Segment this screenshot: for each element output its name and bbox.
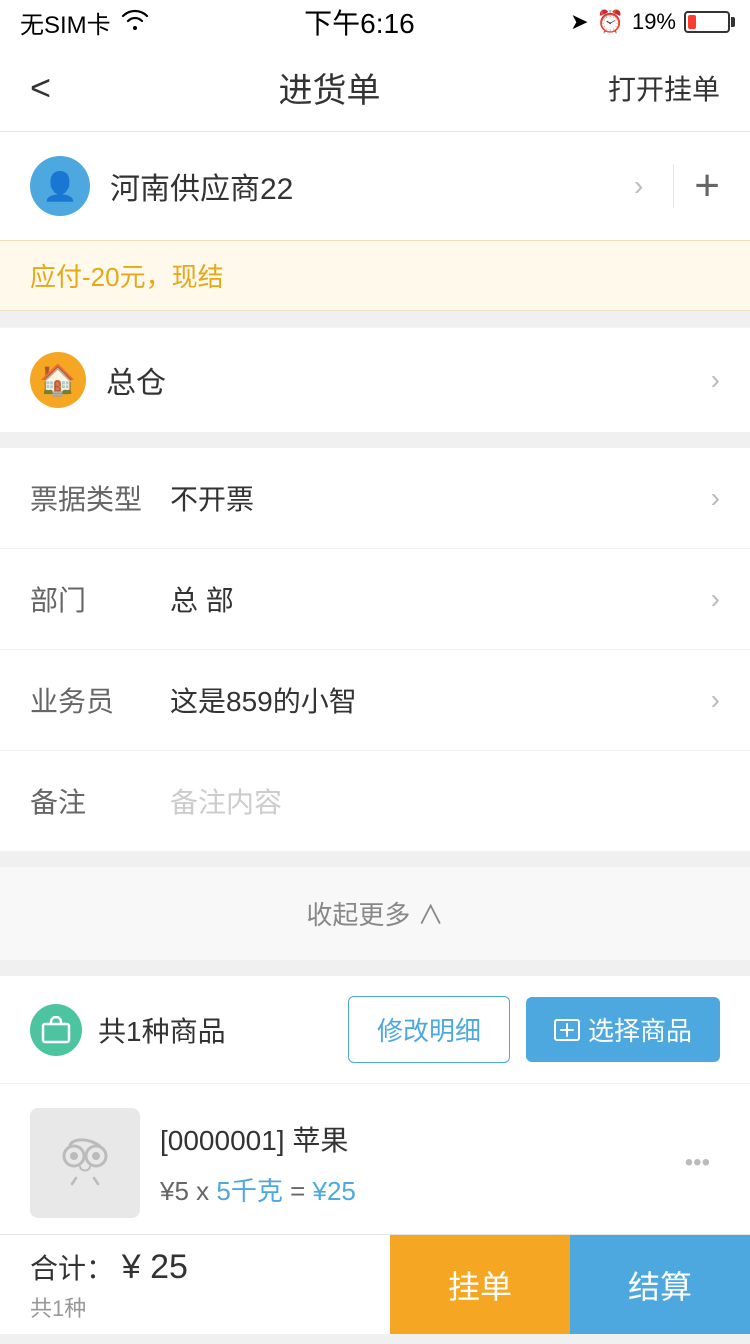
supplier-row[interactable]: 👤 河南供应商22 › + [0, 132, 750, 240]
product-code: [0000001] [160, 1125, 292, 1156]
status-right: ➤ ⏰ 19% [570, 9, 730, 35]
supplier-name: 河南供应商22 [110, 164, 634, 208]
product-total: ¥25 [313, 1176, 356, 1206]
content: 👤 河南供应商22 › + 应付-20元，现结 🏠 总仓 › 票据类型 不开票 … [0, 132, 750, 1344]
supplier-avatar-icon: 👤 [43, 170, 78, 203]
carrier-text: 无SIM卡 [20, 5, 111, 40]
location-icon: ➤ [570, 9, 588, 35]
warehouse-house-icon: 🏠 [39, 363, 76, 398]
status-time: 下午6:16 [304, 2, 415, 42]
bottom-bar: 合计： ¥ 25 共1种 挂单 结算 [0, 1234, 750, 1334]
total-row: 合计： ¥ 25 [30, 1247, 360, 1287]
back-button[interactable]: < [30, 67, 51, 109]
product-quantity: 5千克 [216, 1176, 282, 1206]
notice-text: 应付-20元，现结 [30, 262, 224, 292]
product-title: 苹果 [292, 1125, 348, 1156]
checkout-button[interactable]: 结算 [570, 1235, 750, 1334]
add-supplier-button[interactable]: + [673, 164, 720, 208]
alarm-icon: ⏰ [597, 9, 624, 35]
invoice-type-value: 不开票 [150, 478, 711, 518]
select-product-button[interactable]: 选择商品 [526, 997, 720, 1062]
battery-icon [684, 11, 730, 33]
supplier-chevron-icon: › [634, 170, 643, 202]
product-unit-price: ¥5 x [160, 1176, 216, 1206]
wifi-icon [121, 8, 149, 37]
remark-value: 备注内容 [150, 781, 720, 821]
product-item: [0000001] 苹果 ¥5 x 5千克 = ¥25 ••• [0, 1084, 750, 1242]
remark-label: 备注 [30, 781, 150, 821]
salesperson-label: 业务员 [30, 680, 150, 720]
total-amount: ¥ 25 [122, 1248, 188, 1286]
warehouse-row[interactable]: 🏠 总仓 › [0, 327, 750, 432]
product-price: ¥5 x 5千克 = ¥25 [160, 1171, 675, 1208]
product-equals: = [290, 1176, 312, 1206]
products-header: 共1种商品 修改明细 选择商品 [0, 976, 750, 1084]
supplier-avatar: 👤 [30, 156, 90, 216]
invoice-type-label: 票据类型 [30, 478, 150, 518]
total-label: 合计： [30, 1253, 114, 1284]
product-info: [0000001] 苹果 ¥5 x 5千克 = ¥25 [160, 1119, 675, 1208]
page-title: 进货单 [279, 63, 381, 112]
battery-percent: 19% [632, 9, 676, 35]
invoice-type-row[interactable]: 票据类型 不开票 › [0, 448, 750, 549]
product-more-button[interactable]: ••• [675, 1139, 720, 1187]
total-count: 共1种 [30, 1291, 360, 1323]
products-count: 共1种商品 [98, 1010, 348, 1050]
invoice-type-chevron-icon: › [711, 482, 720, 514]
product-thumbnail [30, 1108, 140, 1218]
nav-bar: < 进货单 打开挂单 [0, 44, 750, 132]
status-bar: 无SIM卡 下午6:16 ➤ ⏰ 19% [0, 0, 750, 44]
product-placeholder-icon [50, 1128, 120, 1198]
total-area: 合计： ¥ 25 共1种 [0, 1235, 390, 1334]
warehouse-chevron-icon: › [711, 364, 720, 396]
warehouse-section: 🏠 总仓 › [0, 327, 750, 432]
remark-row[interactable]: 备注 备注内容 [0, 751, 750, 851]
department-value: 总 部 [150, 579, 711, 619]
salesperson-chevron-icon: › [711, 684, 720, 716]
edit-detail-button[interactable]: 修改明细 [348, 996, 510, 1063]
status-left: 无SIM卡 [20, 5, 149, 40]
form-section: 票据类型 不开票 › 部门 总 部 › 业务员 这是859的小智 › 备注 备注… [0, 448, 750, 851]
suspend-button[interactable]: 挂单 [390, 1235, 570, 1334]
notice-bar: 应付-20元，现结 [0, 240, 750, 311]
department-label: 部门 [30, 579, 150, 619]
select-product-label: 选择商品 [588, 1011, 692, 1048]
department-chevron-icon: › [711, 583, 720, 615]
supplier-section: 👤 河南供应商22 › + 应付-20元，现结 [0, 132, 750, 311]
salesperson-row[interactable]: 业务员 这是859的小智 › [0, 650, 750, 751]
products-icon [30, 1004, 82, 1056]
open-pending-button[interactable]: 打开挂单 [608, 68, 720, 108]
collapse-row[interactable]: 收起更多 ∧ [0, 867, 750, 960]
warehouse-icon: 🏠 [30, 352, 86, 408]
collapse-label: 收起更多 ∧ [306, 900, 443, 930]
warehouse-name: 总仓 [106, 358, 711, 402]
salesperson-value: 这是859的小智 [150, 680, 711, 720]
department-row[interactable]: 部门 总 部 › [0, 549, 750, 650]
product-name: [0000001] 苹果 [160, 1119, 675, 1159]
